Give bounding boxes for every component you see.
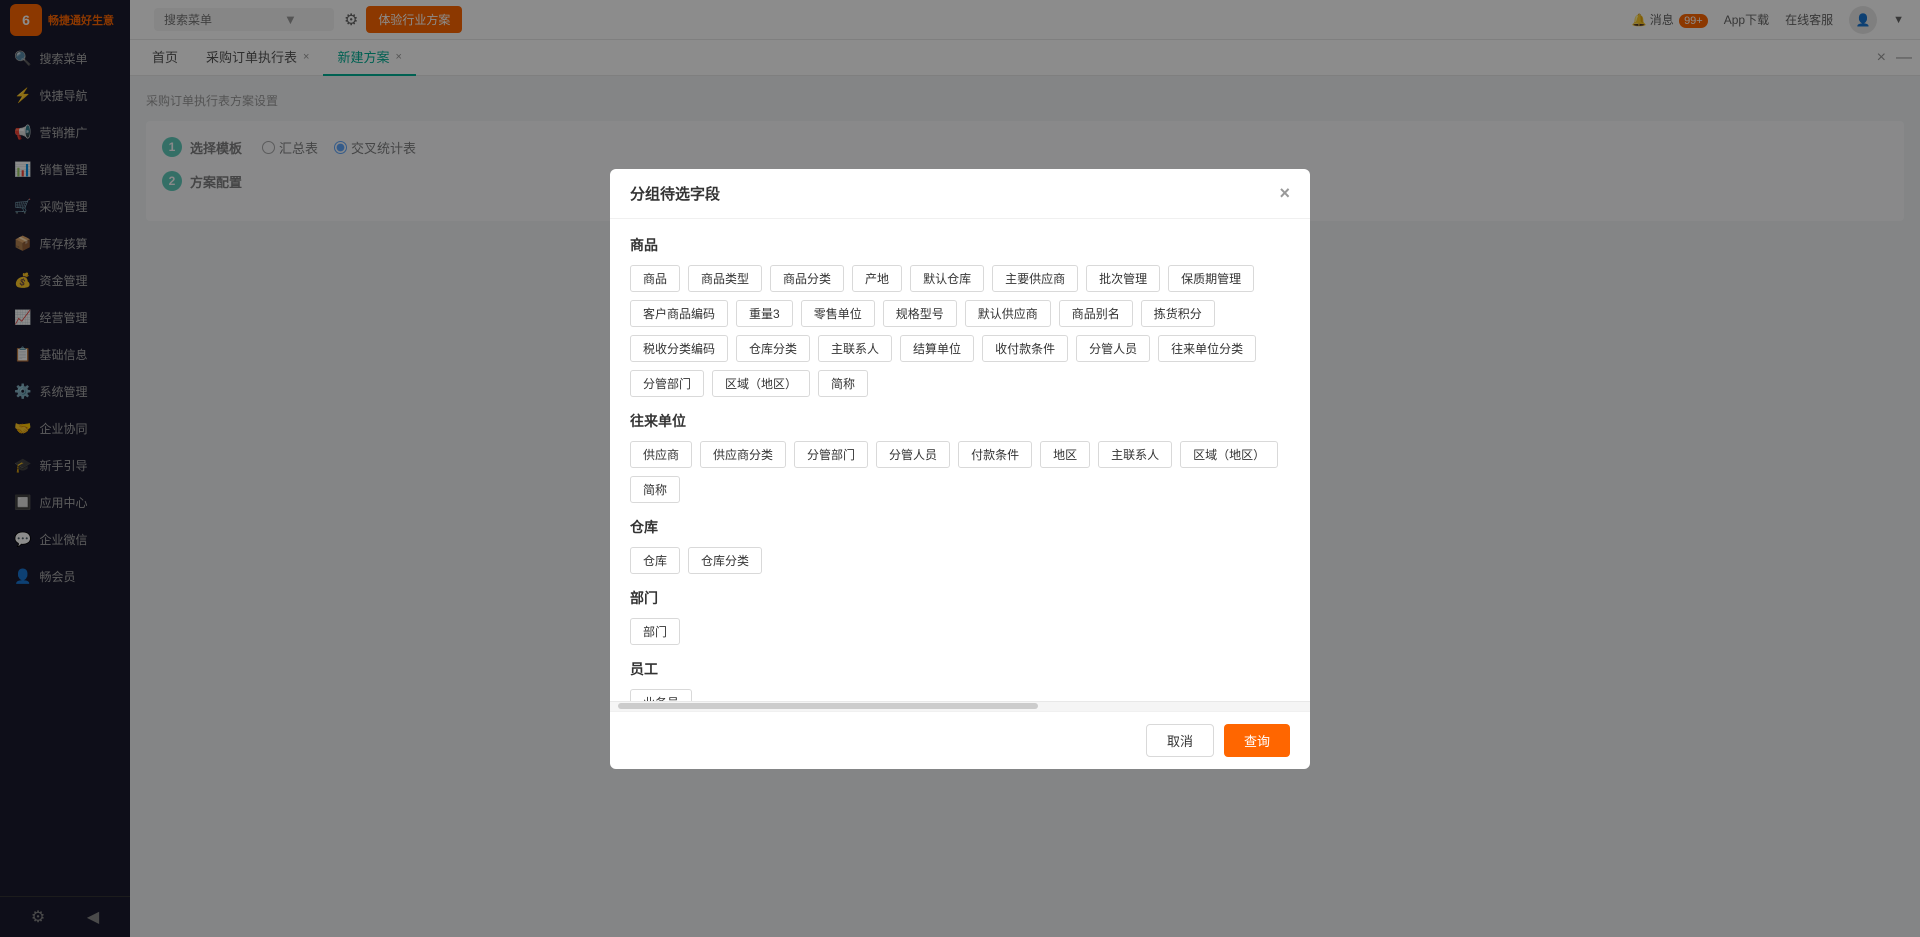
field-tag[interactable]: 仓库分类 <box>736 335 810 362</box>
confirm-button[interactable]: 查询 <box>1224 724 1290 757</box>
field-tag[interactable]: 简称 <box>630 476 680 503</box>
field-tag[interactable]: 主联系人 <box>1098 441 1172 468</box>
field-tag[interactable]: 业务员 <box>630 689 692 701</box>
field-tag[interactable]: 分管人员 <box>876 441 950 468</box>
modal-footer: 取消 查询 <box>610 711 1310 769</box>
field-tag[interactable]: 地区 <box>1040 441 1090 468</box>
field-tag[interactable]: 收付款条件 <box>982 335 1068 362</box>
modal-body: 商品商品商品类型商品分类产地默认仓库主要供应商批次管理保质期管理客户商品编码重量… <box>610 219 1310 701</box>
modal-dialog: 分组待选字段 × 商品商品商品类型商品分类产地默认仓库主要供应商批次管理保质期管… <box>610 169 1310 769</box>
field-tag[interactable]: 默认仓库 <box>910 265 984 292</box>
field-tag[interactable]: 规格型号 <box>883 300 957 327</box>
field-tag[interactable]: 商品 <box>630 265 680 292</box>
field-tag[interactable]: 重量3 <box>736 300 793 327</box>
modal-header: 分组待选字段 × <box>610 169 1310 219</box>
field-tag[interactable]: 客户商品编码 <box>630 300 728 327</box>
field-tags-部门: 部门 <box>630 618 1290 645</box>
field-tag[interactable]: 结算单位 <box>900 335 974 362</box>
field-tag[interactable]: 部门 <box>630 618 680 645</box>
field-tag[interactable]: 保质期管理 <box>1168 265 1254 292</box>
field-tag[interactable]: 批次管理 <box>1086 265 1160 292</box>
field-tag[interactable]: 区域（地区） <box>712 370 810 397</box>
field-tag[interactable]: 供应商 <box>630 441 692 468</box>
field-tag[interactable]: 分管部门 <box>794 441 868 468</box>
field-tag[interactable]: 付款条件 <box>958 441 1032 468</box>
field-tag[interactable]: 仓库分类 <box>688 547 762 574</box>
modal-overlay: 分组待选字段 × 商品商品商品类型商品分类产地默认仓库主要供应商批次管理保质期管… <box>0 0 1920 937</box>
field-tags-员工: 业务员 <box>630 689 1290 701</box>
section-title-仓库: 仓库 <box>630 517 1290 537</box>
cancel-button[interactable]: 取消 <box>1146 724 1214 757</box>
field-tag[interactable]: 商品分类 <box>770 265 844 292</box>
modal-close-btn[interactable]: × <box>1279 183 1290 204</box>
field-tag[interactable]: 主联系人 <box>818 335 892 362</box>
field-tag[interactable]: 分管部门 <box>630 370 704 397</box>
modal-title: 分组待选字段 <box>630 183 720 204</box>
field-tag[interactable]: 区域（地区） <box>1180 441 1278 468</box>
field-tag[interactable]: 商品别名 <box>1059 300 1133 327</box>
field-tag[interactable]: 主要供应商 <box>992 265 1078 292</box>
section-title-商品: 商品 <box>630 235 1290 255</box>
field-tags-往来单位: 供应商供应商分类分管部门分管人员付款条件地区主联系人区域（地区） 简称 <box>630 441 1290 503</box>
field-tag[interactable]: 商品类型 <box>688 265 762 292</box>
field-tags-仓库: 仓库仓库分类 <box>630 547 1290 574</box>
field-tag[interactable]: 税收分类编码 <box>630 335 728 362</box>
field-tag[interactable]: 默认供应商 <box>965 300 1051 327</box>
modal-hscroll[interactable] <box>610 701 1310 711</box>
field-tag[interactable]: 仓库 <box>630 547 680 574</box>
field-tag[interactable]: 拣货积分 <box>1141 300 1215 327</box>
field-tag[interactable]: 零售单位 <box>801 300 875 327</box>
field-tag[interactable]: 分管人员 <box>1076 335 1150 362</box>
field-tag[interactable]: 往来单位分类 <box>1158 335 1256 362</box>
section-title-员工: 员工 <box>630 659 1290 679</box>
field-tag[interactable]: 产地 <box>852 265 902 292</box>
section-title-往来单位: 往来单位 <box>630 411 1290 431</box>
field-tag[interactable]: 供应商分类 <box>700 441 786 468</box>
field-tags-商品: 商品商品类型商品分类产地默认仓库主要供应商批次管理保质期管理客户商品编码重量3 零… <box>630 265 1290 397</box>
section-title-部门: 部门 <box>630 588 1290 608</box>
field-tag[interactable]: 简称 <box>818 370 868 397</box>
